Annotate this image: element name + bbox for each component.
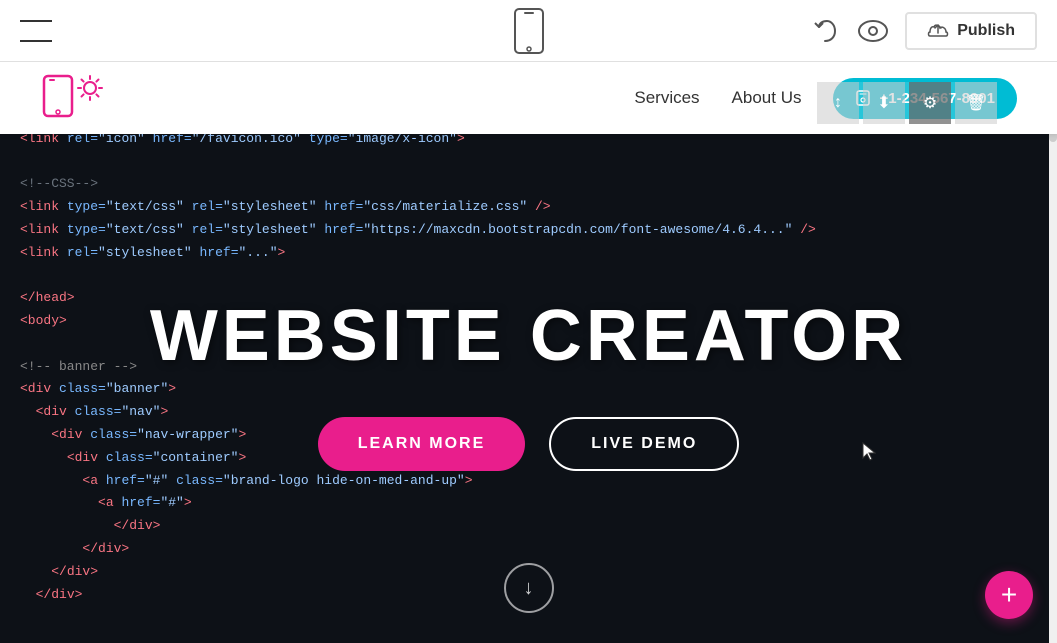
toolbar-right: Publish [813,12,1037,50]
add-section-button[interactable]: + [985,571,1033,619]
delete-button[interactable]: 🗑 [955,82,997,124]
publish-button[interactable]: Publish [905,12,1037,50]
scroll-down-button[interactable]: ↓ [504,563,554,613]
nav-link-services[interactable]: Services [634,88,699,108]
preview-area: <meta name="viewport" content="width=dev… [0,62,1057,643]
toolbar-left [20,20,52,42]
sort-button[interactable]: ↕ [817,82,859,124]
logo [40,70,110,127]
toolbar: Publish [0,0,1057,62]
nav-link-about[interactable]: About Us [732,88,802,108]
hero-content: WEBSITE CREATOR LEARN MORE LIVE DEMO [0,62,1057,643]
learn-more-button[interactable]: LEARN MORE [318,417,526,471]
canvas: <meta name="viewport" content="width=dev… [0,62,1057,643]
mobile-device-icon[interactable] [513,7,545,55]
hero-title: WEBSITE CREATOR [150,295,907,377]
download-button[interactable]: ⬇ [863,82,905,124]
undo-button[interactable] [813,19,841,43]
hero-buttons: LEARN MORE LIVE DEMO [318,417,740,471]
settings-button[interactable]: ⚙ [909,82,951,124]
toolbar-center [513,7,545,55]
hamburger-menu-icon[interactable] [20,20,52,42]
publish-label: Publish [957,22,1015,40]
scrollbar-track[interactable] [1049,62,1057,643]
canvas-toolbar: ↕ ⬇ ⚙ 🗑 [817,82,997,124]
live-demo-button[interactable]: LIVE DEMO [549,417,739,471]
preview-button[interactable] [857,19,889,43]
